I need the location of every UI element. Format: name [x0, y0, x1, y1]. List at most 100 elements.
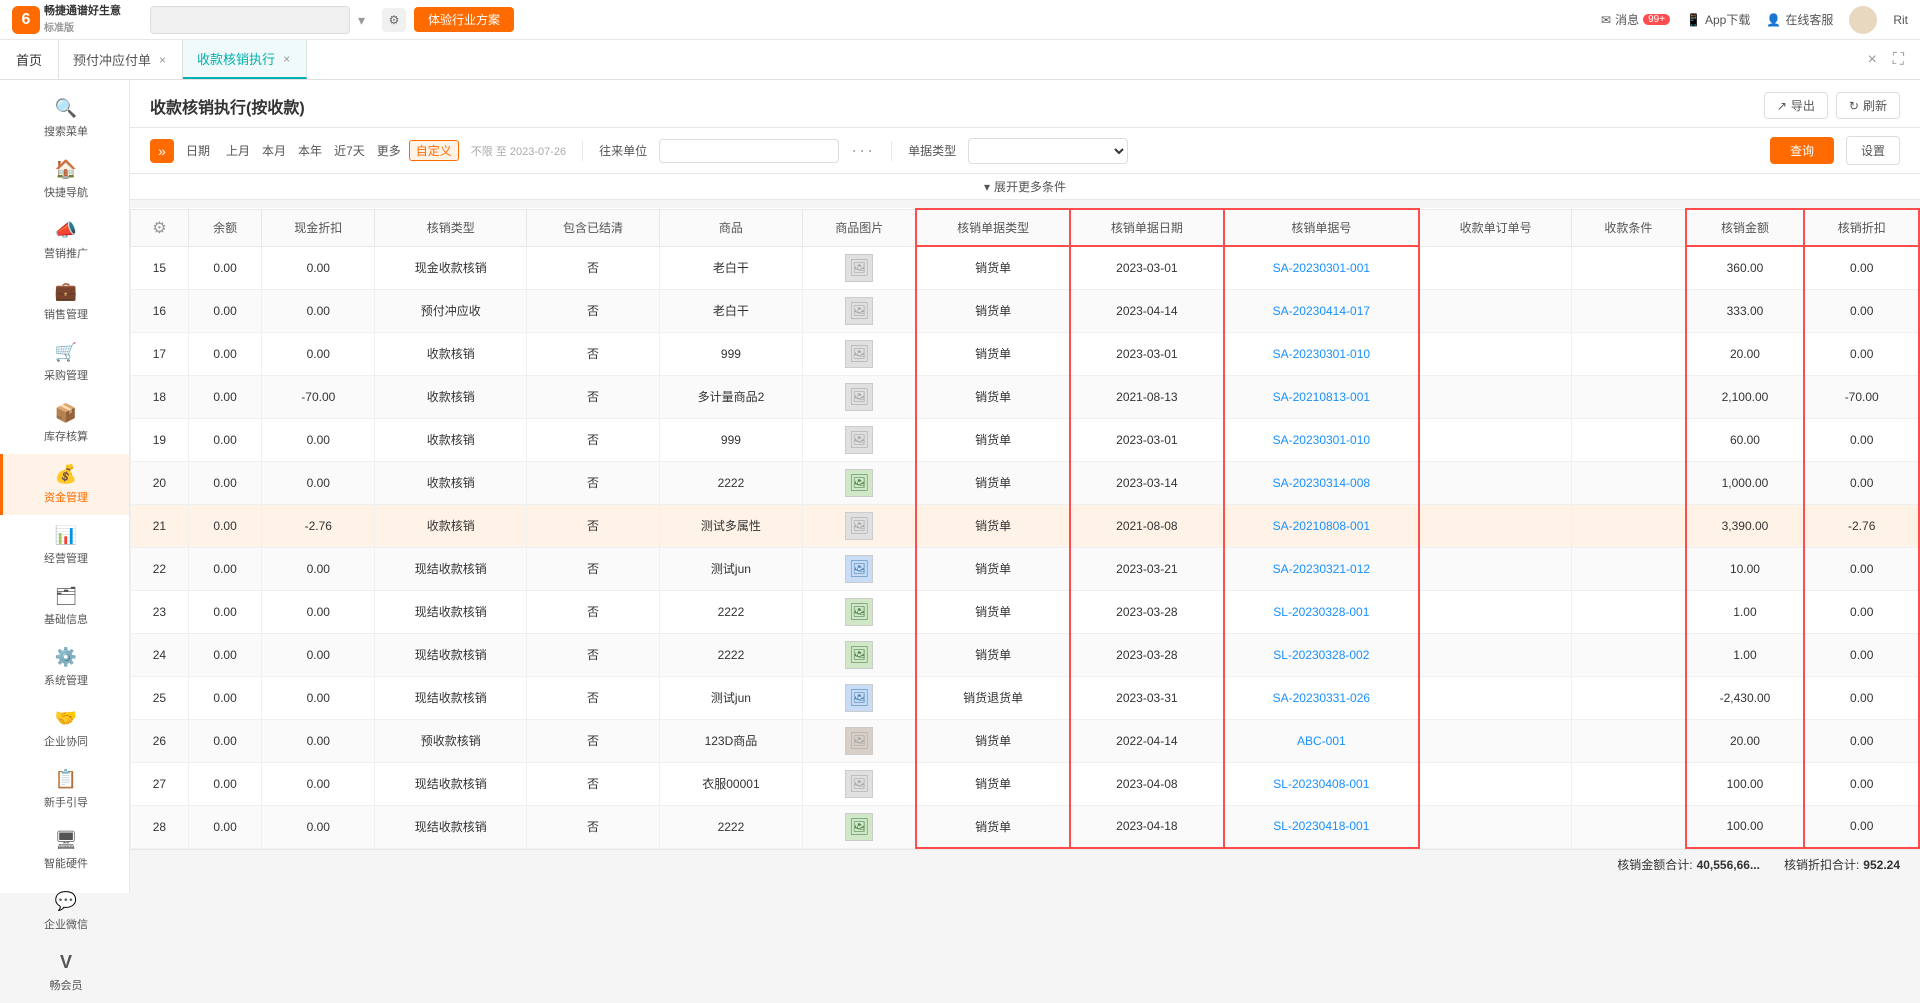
dropdown-arrow-icon[interactable]: ▾	[358, 12, 374, 28]
sidebar-item-guide[interactable]: 📋 新手引导	[0, 759, 129, 820]
product-thumbnail: 🖼	[813, 254, 905, 282]
table-area: ⚙ 余额 现金折扣 核销类型 包含已结清 商品 商品图片 核销单据类型 核销单据…	[130, 200, 1920, 893]
date-last-7-days[interactable]: 近7天	[330, 140, 369, 161]
bill-no-link[interactable]: SA-20230321-012	[1273, 562, 1370, 576]
table-row: 150.000.00现金收款核销否老白干🖼销货单2023-03-01SA-202…	[131, 246, 1920, 289]
date-this-month[interactable]: 本月	[258, 140, 290, 161]
table-row: 160.000.00预付冲应收否老白干🖼销货单2023-04-14SA-2023…	[131, 289, 1920, 332]
sidebar: 🔍 搜索菜单 🏠 快捷导航 📣 营销推广 💼 销售管理 🛒 采购管理 📦 库存核…	[0, 80, 130, 893]
tab-receipt-cancel-close-icon[interactable]: ×	[281, 50, 292, 68]
bill-no-link[interactable]: SA-20210808-001	[1273, 519, 1370, 533]
row-index: 27	[131, 762, 189, 805]
bill-no-link[interactable]: ABC-001	[1297, 734, 1346, 748]
online-service-button[interactable]: 👤 在线客服	[1766, 11, 1833, 28]
total-cancel-discount-value: 952.24	[1863, 858, 1900, 872]
sidebar-item-quick-nav[interactable]: 🏠 快捷导航	[0, 149, 129, 210]
sidebar-item-member-label: 畅会员	[50, 977, 83, 993]
app-download-button[interactable]: 📱 App下载	[1686, 11, 1750, 28]
sidebar-item-hardware[interactable]: 🖥 智能硬件	[0, 820, 129, 881]
sidebar-item-enterprise[interactable]: 🤝 企业协同	[0, 698, 129, 759]
cash-discount-cell: 0.00	[262, 633, 375, 676]
order-type-label: 单据类型	[908, 142, 956, 159]
message-icon: ✉	[1601, 13, 1611, 27]
bill-no-link[interactable]: SL-20230418-001	[1273, 819, 1369, 833]
date-this-year[interactable]: 本年	[294, 140, 326, 161]
top-bar-right: ✉ 消息 99+ 📱 App下载 👤 在线客服 Rit	[1601, 6, 1908, 34]
col-header-cash-discount: 现金折扣	[262, 209, 375, 246]
sidebar-item-operations[interactable]: 📊 经营管理	[0, 515, 129, 576]
export-button[interactable]: ↗ 导出	[1764, 92, 1828, 119]
industry-solution-button[interactable]: 体验行业方案	[414, 7, 514, 32]
home-icon: 🏠	[55, 159, 77, 180]
row-index: 20	[131, 461, 189, 504]
col-header-receipt-condition: 收款条件	[1572, 209, 1686, 246]
base-info-icon: 🗂	[55, 586, 78, 607]
refresh-button[interactable]: ↻ 刷新	[1836, 92, 1900, 119]
sidebar-item-search[interactable]: 🔍 搜索菜单	[0, 88, 129, 149]
product-image-icon: 🖼	[845, 727, 873, 755]
sidebar-item-sales[interactable]: 💼 销售管理	[0, 271, 129, 332]
tab-prepayment[interactable]: 预付冲应付单 ×	[59, 40, 183, 79]
bill-no-link[interactable]: SA-20230301-001	[1273, 261, 1370, 275]
sidebar-item-purchase[interactable]: 🛒 采购管理	[0, 332, 129, 393]
sidebar-item-inventory[interactable]: 📦 库存核算	[0, 393, 129, 454]
col-header-cancel-bill-type: 核销单据类型	[916, 209, 1070, 246]
sidebar-item-inventory-label: 库存核算	[44, 428, 88, 444]
cash-discount-cell: 0.00	[262, 590, 375, 633]
sidebar-item-member[interactable]: V 畅会员	[0, 942, 129, 1003]
bill-no-link[interactable]: SA-20230301-010	[1273, 433, 1370, 447]
product-thumbnail: 🖼	[813, 598, 905, 626]
row-index: 18	[131, 375, 189, 418]
cash-discount-cell: 0.00	[262, 805, 375, 848]
filter-expand-button[interactable]: »	[150, 139, 174, 163]
bill-no-link[interactable]: SA-20230301-010	[1273, 347, 1370, 361]
partner-label: 往来单位	[599, 142, 647, 159]
sidebar-item-wechat[interactable]: 💬 企业微信	[0, 881, 129, 942]
table-header-row: ⚙ 余额 现金折扣 核销类型 包含已结清 商品 商品图片 核销单据类型 核销单据…	[131, 209, 1920, 246]
product-img-cell: 🖼	[803, 504, 917, 547]
order-type-select[interactable]	[968, 138, 1128, 164]
cancel-amount-cell: 2,100.00	[1686, 375, 1805, 418]
cancel-amount-cell: 360.00	[1686, 246, 1805, 289]
bill-no-link[interactable]: SA-20230331-026	[1273, 691, 1370, 705]
partner-more-icon[interactable]: ···	[851, 140, 875, 161]
date-custom[interactable]: 自定义	[409, 140, 459, 161]
sales-icon: 💼	[55, 281, 77, 302]
date-last-month[interactable]: 上月	[222, 140, 254, 161]
tab-maximize-icon[interactable]: ⛶	[1889, 47, 1908, 73]
bill-no-link[interactable]: SA-20210813-001	[1273, 390, 1370, 404]
query-button[interactable]: 查询	[1770, 137, 1834, 164]
sidebar-item-finance[interactable]: 💰 资金管理	[0, 454, 129, 515]
settings-button[interactable]: 设置	[1846, 136, 1900, 165]
cancel-amount-cell: -2,430.00	[1686, 676, 1805, 719]
bill-no-link[interactable]: SL-20230328-002	[1273, 648, 1369, 662]
partner-input[interactable]	[659, 139, 839, 163]
row-index: 23	[131, 590, 189, 633]
date-more[interactable]: 更多	[373, 140, 405, 161]
sidebar-item-marketing[interactable]: 📣 营销推广	[0, 210, 129, 271]
total-cancel-amount-value: 40,556,66...	[1697, 858, 1760, 872]
sidebar-item-system[interactable]: ⚙️ 系统管理	[0, 637, 129, 698]
cash-discount-cell: 0.00	[262, 246, 375, 289]
settings-gear-icon[interactable]: ⚙	[382, 8, 406, 32]
sidebar-item-system-label: 系统管理	[44, 672, 88, 688]
cancel-discount-cell: 0.00	[1804, 246, 1919, 289]
sidebar-item-guide-label: 新手引导	[44, 794, 88, 810]
tab-home[interactable]: 首页	[0, 40, 59, 79]
bill-no-link[interactable]: SA-20230414-017	[1273, 304, 1370, 318]
tab-prepayment-close-icon[interactable]: ×	[157, 51, 168, 69]
product-thumbnail: 🖼	[813, 684, 905, 712]
row-index: 22	[131, 547, 189, 590]
product-img-cell: 🖼	[803, 375, 917, 418]
tab-close-all-icon[interactable]: ×	[1863, 47, 1880, 73]
bill-no-link[interactable]: SA-20230314-008	[1273, 476, 1370, 490]
bill-no-link[interactable]: SL-20230328-001	[1273, 605, 1369, 619]
user-avatar[interactable]	[1849, 6, 1877, 34]
col-header-settings[interactable]: ⚙	[131, 209, 189, 246]
top-search-bar[interactable]	[150, 6, 350, 34]
sidebar-item-base-info[interactable]: 🗂 基础信息	[0, 576, 129, 637]
messages-button[interactable]: ✉ 消息 99+	[1601, 11, 1670, 28]
expand-more-button[interactable]: ▾ 展开更多条件	[984, 178, 1066, 195]
bill-no-link[interactable]: SL-20230408-001	[1273, 777, 1369, 791]
tab-receipt-cancel[interactable]: 收款核销执行 ×	[183, 40, 307, 79]
